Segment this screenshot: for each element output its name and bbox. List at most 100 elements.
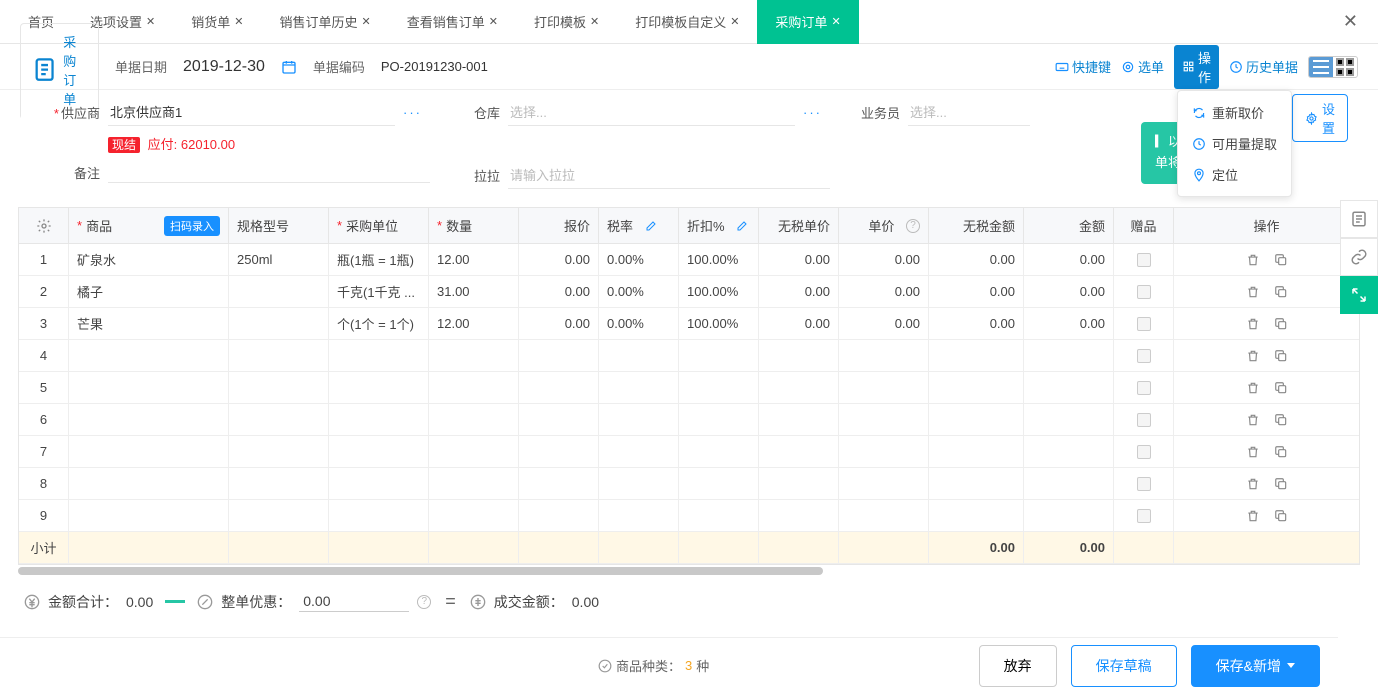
table-row[interactable]: 4 [19,340,1359,372]
lala-field[interactable]: 请输入拉拉 [508,161,830,189]
table-row[interactable]: 5 [19,372,1359,404]
col-amount: 金额 [1024,208,1114,243]
help-icon[interactable]: ? [417,595,431,609]
copy-icon[interactable] [1274,413,1288,427]
supplier-field[interactable]: 北京供应商1 [108,98,395,126]
deal-icon [470,594,486,610]
supplier-more[interactable]: ··· [395,105,430,120]
operator-field[interactable]: 选择... [908,98,1030,126]
dd-locate[interactable]: 定位 [1178,159,1291,190]
help-icon[interactable]: ? [906,219,920,233]
tab-view-sales[interactable]: 查看销售订单✕ [389,0,516,44]
discount-label: 整单优惠： [221,592,291,612]
copy-icon[interactable] [1274,317,1288,331]
calendar-icon[interactable] [281,59,297,75]
col-qty: *数量 [429,208,519,243]
discount-icon [197,594,213,610]
close-icon[interactable]: ✕ [489,15,498,28]
col-quote: 报价 [519,208,599,243]
delete-icon[interactable] [1246,413,1260,427]
select-link[interactable]: 选单 [1121,57,1164,76]
tag-icon [598,659,612,673]
copy-icon[interactable] [1274,381,1288,395]
table-row[interactable]: 3芒果个(1个 = 1个)12.000.000.00%100.00%0.000.… [19,308,1359,340]
save-new-button[interactable]: 保存&新增 [1191,645,1320,687]
col-unit: *采购单位 [329,208,429,243]
dd-reprice[interactable]: 重新取价 [1178,97,1291,128]
gear-icon [1305,112,1318,125]
close-icon[interactable]: ✕ [146,15,155,28]
dd-stock[interactable]: 可用量提取 [1178,128,1291,159]
warehouse-more[interactable]: ··· [795,105,830,120]
copy-icon[interactable] [1274,349,1288,363]
tab-print-custom[interactable]: 打印模板自定义✕ [617,0,757,44]
remark-field[interactable] [108,161,430,183]
delete-icon[interactable] [1246,477,1260,491]
table-row[interactable]: 6 [19,404,1359,436]
minus-icon [165,600,185,603]
copy-icon[interactable] [1274,285,1288,299]
product-count: 商品种类： 3 种 [598,656,709,675]
close-all-tabs[interactable]: ✕ [1333,11,1368,32]
discard-button[interactable]: 放弃 [979,645,1057,687]
table-row[interactable]: 1矿泉水250ml瓶(1瓶 = 1瓶)12.000.000.00%100.00%… [19,244,1359,276]
delete-icon[interactable] [1246,381,1260,395]
edit-icon[interactable] [645,220,657,232]
horizontal-scrollbar[interactable] [18,567,1360,577]
view-grid[interactable] [1333,57,1357,77]
tab-purchase-order[interactable]: 采购订单✕ [757,0,858,44]
close-icon[interactable]: ✕ [730,15,739,28]
shortcut-link[interactable]: 快捷键 [1055,57,1111,76]
header-toolbar: 快捷键 选单 操作 历史单据 [1055,45,1358,89]
col-gift: 赠品 [1114,208,1174,243]
gift-checkbox [1137,413,1151,427]
equals-icon: = [445,591,456,612]
delete-icon[interactable] [1246,317,1260,331]
refresh-icon [1192,106,1206,120]
tab-sales-history[interactable]: 销售订单历史✕ [261,0,388,44]
warehouse-label: 仓库 [430,103,500,122]
tab-print-tpl[interactable]: 打印模板✕ [516,0,617,44]
view-list[interactable] [1309,57,1333,77]
table-row[interactable]: 7 [19,436,1359,468]
delete-icon[interactable] [1246,349,1260,363]
gear-icon [36,218,52,234]
warehouse-field[interactable]: 选择... [508,98,795,126]
side-expand[interactable] [1340,276,1378,314]
table-row[interactable]: 9 [19,500,1359,532]
close-icon[interactable]: ✕ [831,15,840,28]
copy-icon[interactable] [1274,253,1288,267]
settings-button[interactable]: 设置 [1292,94,1348,142]
copy-icon[interactable] [1274,445,1288,459]
tab-sales[interactable]: 销货单✕ [173,0,261,44]
copy-icon[interactable] [1274,509,1288,523]
scan-button[interactable]: 扫码录入 [164,216,220,236]
table-row[interactable]: 8 [19,468,1359,500]
side-note[interactable] [1340,200,1378,238]
delete-icon[interactable] [1246,509,1260,523]
save-draft-button[interactable]: 保存草稿 [1071,645,1177,687]
edit-icon[interactable] [736,220,748,232]
copy-icon[interactable] [1274,477,1288,491]
form-area: 设置 重新取价 可用量提取 定位 ▎以销定采，悠 单将商品快速带入 供应商 北京… [0,90,1378,207]
gift-checkbox [1137,285,1151,299]
subtotal-row: 小计 0.00 0.00 [19,532,1359,564]
delete-icon[interactable] [1246,285,1260,299]
close-icon[interactable]: ✕ [234,15,243,28]
table-row[interactable]: 2橘子千克(1千克 ...31.000.000.00%100.00%0.000.… [19,276,1359,308]
close-icon[interactable]: ✕ [362,15,371,28]
col-unit-price: 单价 ? [839,208,929,243]
grid-icon [1182,60,1195,73]
history-link[interactable]: 历史单据 [1229,57,1298,76]
side-toolbar [1340,200,1378,314]
col-notax-amt: 无税金额 [929,208,1024,243]
operate-button[interactable]: 操作 [1174,45,1219,89]
delete-icon[interactable] [1246,253,1260,267]
col-config[interactable] [19,208,69,243]
side-link[interactable] [1340,238,1378,276]
discount-input[interactable]: 0.00 [299,591,409,612]
total-value: 0.00 [126,594,153,610]
doc-date-value[interactable]: 2019-12-30 [183,58,265,76]
delete-icon[interactable] [1246,445,1260,459]
close-icon[interactable]: ✕ [590,15,599,28]
